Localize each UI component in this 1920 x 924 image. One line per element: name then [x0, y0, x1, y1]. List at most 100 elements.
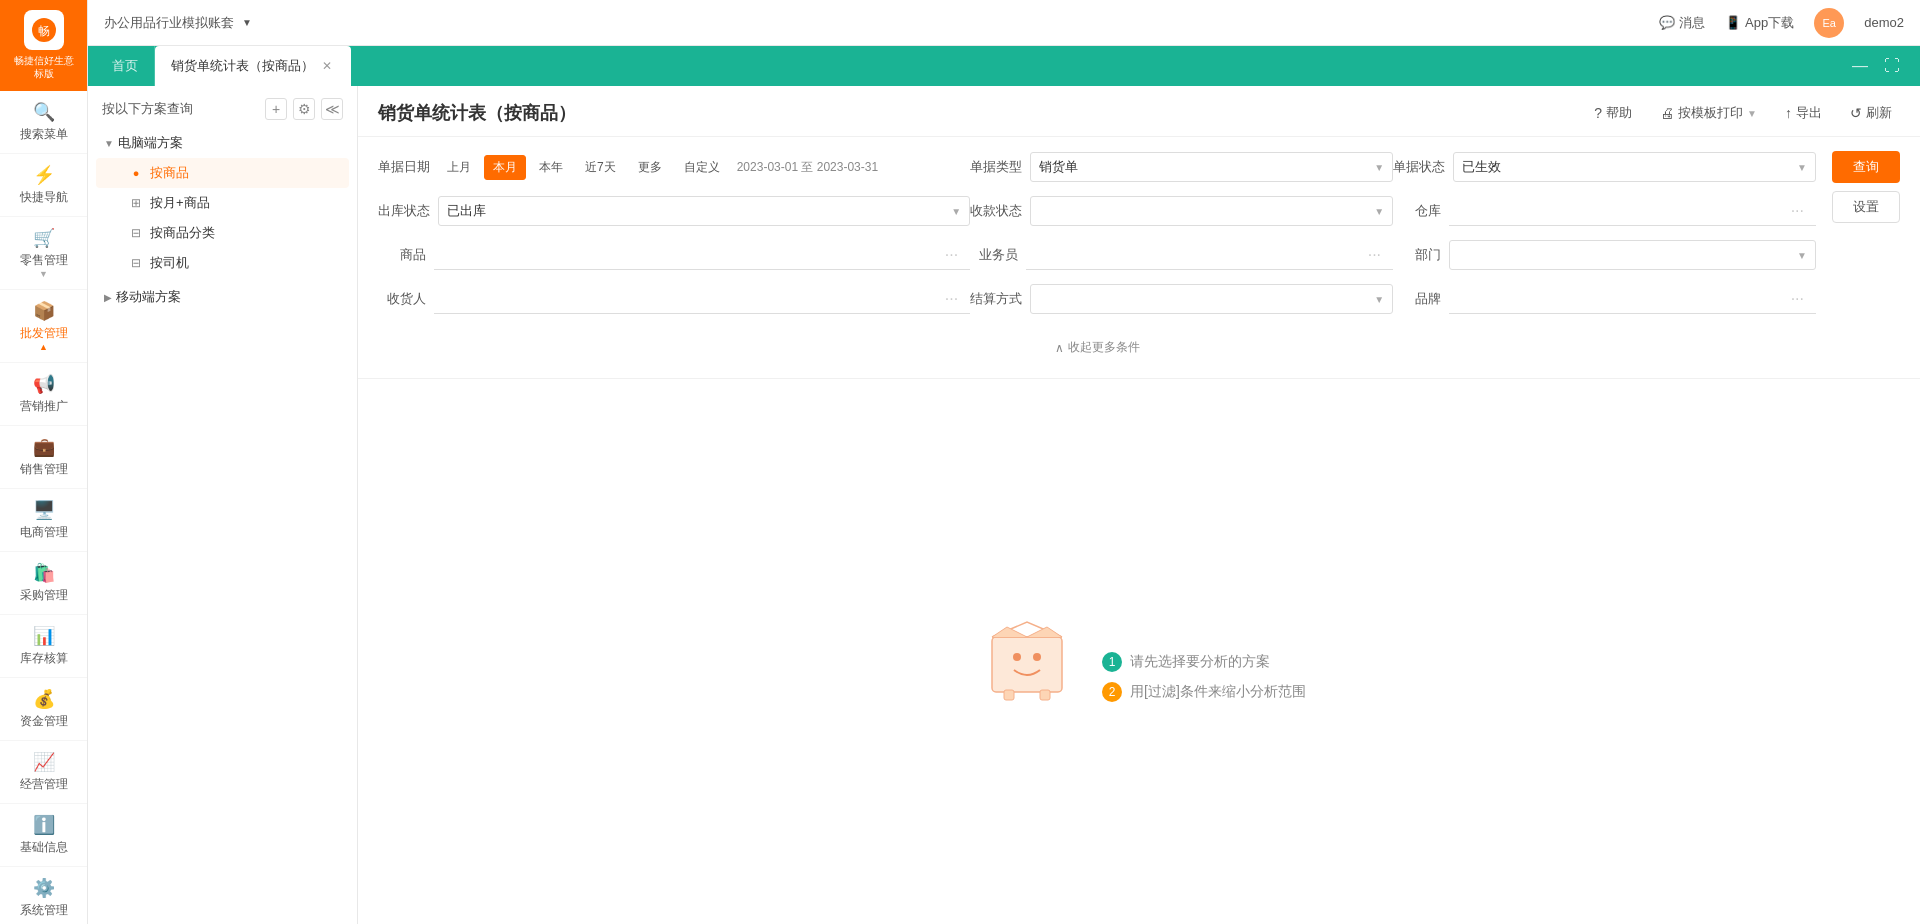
panel-actions: + ⚙ ≪ [265, 98, 343, 120]
date-btn-this-year[interactable]: 本年 [530, 155, 572, 180]
brand-label: 品牌 [1393, 290, 1449, 308]
product-select[interactable]: ··· [434, 240, 970, 270]
tip-num-2: 2 [1102, 682, 1122, 702]
salesperson-select[interactable]: ··· [1026, 240, 1393, 270]
minimize-icon[interactable]: — [1848, 53, 1872, 79]
filter-row-4: 收货人 ··· 结算方式 ▼ [378, 283, 1816, 315]
sidebar-item-marketing[interactable]: 📢 营销推广 [0, 363, 87, 426]
warehouse-label: 仓库 [1393, 202, 1449, 220]
tree-arrow-mobile: ▶ [104, 292, 112, 303]
product-dots[interactable]: ··· [941, 246, 962, 264]
sidebar: 畅 畅捷信好生意 标版 🔍 搜索菜单 ⚡ 快捷导航 🛒 零售管理 ▼ 📦 批发管… [0, 0, 88, 924]
tree-child-by-machine[interactable]: ⊟ 按司机 [96, 248, 349, 278]
empty-tip-1: 1 请先选择要分析的方案 [1102, 652, 1306, 672]
date-btn-last-month[interactable]: 上月 [438, 155, 480, 180]
svg-rect-7 [1040, 690, 1050, 700]
template-print-btn[interactable]: 🖨 按模板打印 ▼ [1652, 100, 1765, 126]
sidebar-item-operations[interactable]: 📈 经营管理 [0, 741, 87, 804]
app-subtitle: 标版 [34, 67, 54, 81]
user-name[interactable]: demo2 [1864, 15, 1904, 30]
tree-child-by-month-product[interactable]: ⊞ 按月+商品 [96, 188, 349, 218]
date-btn-custom[interactable]: 自定义 [675, 155, 729, 180]
sidebar-item-inventory[interactable]: 📊 库存核算 [0, 615, 87, 678]
date-btn-more[interactable]: 更多 [629, 155, 671, 180]
tab-close-btn[interactable]: ✕ [320, 59, 334, 73]
warehouse-select[interactable]: ··· [1449, 196, 1816, 226]
help-btn[interactable]: ? 帮助 [1586, 100, 1640, 126]
docstatus-select[interactable]: 已生效 ▼ [1453, 152, 1816, 182]
sidebar-item-purchase[interactable]: 🛍️ 采购管理 [0, 552, 87, 615]
tree-child-by-product[interactable]: ● 按商品 [96, 158, 349, 188]
outstatus-label: 出库状态 [378, 202, 438, 220]
logo-icon: 畅 [24, 10, 64, 50]
sidebar-item-wholesale[interactable]: 📦 批发管理 ▲ [0, 290, 87, 363]
filter-brand: 品牌 ··· [1393, 283, 1816, 315]
payment-arrow: ▼ [1374, 294, 1384, 305]
filter-salesperson: 业务员 ··· [970, 239, 1393, 271]
action-buttons: 查询 设置 [1832, 151, 1900, 223]
tab-home[interactable]: 首页 [96, 46, 155, 86]
help-icon: ? [1594, 105, 1602, 121]
doctype-select[interactable]: 销货单 ▼ [1030, 152, 1393, 182]
message-btn[interactable]: 💬 消息 [1659, 14, 1705, 32]
avatar[interactable]: Ea [1814, 8, 1844, 38]
tree-parent-desktop[interactable]: ▼ 电脑端方案 [96, 128, 349, 158]
sidebar-item-basic[interactable]: ℹ️ 基础信息 [0, 804, 87, 867]
payment-select[interactable]: ▼ [1030, 284, 1393, 314]
by-machine-icon: ⊟ [128, 255, 144, 271]
header-title-area: 办公用品行业模拟账套 ▼ [104, 14, 252, 32]
search-icon: 🔍 [33, 101, 55, 123]
tab-report[interactable]: 销货单统计表（按商品） ✕ [155, 46, 351, 86]
add-scheme-btn[interactable]: + [265, 98, 287, 120]
tree-child-by-category[interactable]: ⊟ 按商品分类 [96, 218, 349, 248]
sidebar-item-sales[interactable]: 💼 销售管理 [0, 426, 87, 489]
warehouse-dots[interactable]: ··· [1787, 202, 1808, 220]
receiptstatus-arrow: ▼ [1374, 206, 1384, 217]
finance-icon: 💰 [33, 688, 55, 710]
by-month-icon: ⊞ [128, 195, 144, 211]
empty-tip-2: 2 用[过滤]条件来缩小分析范围 [1102, 682, 1306, 702]
salesperson-dots[interactable]: ··· [1364, 246, 1385, 264]
sidebar-item-retail[interactable]: 🛒 零售管理 ▼ [0, 217, 87, 290]
refresh-btn[interactable]: ↺ 刷新 [1842, 100, 1900, 126]
export-btn[interactable]: ↑ 导出 [1777, 100, 1830, 126]
page-title-bar: 销货单统计表（按商品） ? 帮助 🖨 按模板打印 ▼ ↑ 导出 [358, 86, 1920, 137]
receiver-select[interactable]: ··· [434, 284, 970, 314]
empty-tips: 1 请先选择要分析的方案 2 用[过滤]条件来缩小分析范围 [1102, 652, 1306, 702]
query-btn[interactable]: 查询 [1832, 151, 1900, 183]
svg-point-5 [1033, 653, 1041, 661]
nav-icon: ⚡ [33, 164, 55, 186]
download-icon: 📱 [1725, 15, 1741, 30]
tip-num-1: 1 [1102, 652, 1122, 672]
doctype-label: 单据类型 [970, 158, 1030, 176]
settings-btn[interactable]: 设置 [1832, 191, 1900, 223]
tree-parent-mobile[interactable]: ▶ 移动端方案 [96, 282, 349, 312]
department-select[interactable]: ▼ [1449, 240, 1816, 270]
account-title: 办公用品行业模拟账套 [104, 14, 234, 32]
outstatus-select[interactable]: 已出库 ▼ [438, 196, 970, 226]
date-btn-7days[interactable]: 近7天 [576, 155, 625, 180]
sidebar-item-system[interactable]: ⚙️ 系统管理 [0, 867, 87, 924]
sidebar-quick-nav[interactable]: ⚡ 快捷导航 [0, 154, 87, 217]
maximize-icon[interactable]: ⛶ [1880, 53, 1904, 79]
filter-date: 单据日期 上月 本月 本年 [378, 151, 970, 183]
receiptstatus-select[interactable]: ▼ [1030, 196, 1393, 226]
brand-select[interactable]: ··· [1449, 284, 1816, 314]
doctype-arrow: ▼ [1374, 162, 1384, 173]
date-btn-this-month[interactable]: 本月 [484, 155, 526, 180]
filter-row-1: 单据日期 上月 本月 本年 [378, 151, 1816, 183]
ecommerce-icon: 🖥️ [33, 499, 55, 521]
collapse-btn[interactable]: ∧ 收起更多条件 [1043, 335, 1152, 360]
docstatus-label: 单据状态 [1393, 158, 1453, 176]
receiver-dots[interactable]: ··· [941, 290, 962, 308]
sidebar-item-finance[interactable]: 💰 资金管理 [0, 678, 87, 741]
sidebar-item-ecommerce[interactable]: 🖥️ 电商管理 [0, 489, 87, 552]
print-dropdown-icon[interactable]: ▼ [1747, 108, 1757, 119]
collapse-panel-btn[interactable]: ≪ [321, 98, 343, 120]
sidebar-search[interactable]: 🔍 搜索菜单 [0, 91, 87, 154]
account-dropdown-arrow[interactable]: ▼ [242, 17, 252, 28]
app-name: 畅捷信好生意 [14, 54, 74, 67]
app-download-btn[interactable]: 📱 App下载 [1725, 14, 1794, 32]
settings-scheme-btn[interactable]: ⚙ [293, 98, 315, 120]
brand-dots[interactable]: ··· [1787, 290, 1808, 308]
